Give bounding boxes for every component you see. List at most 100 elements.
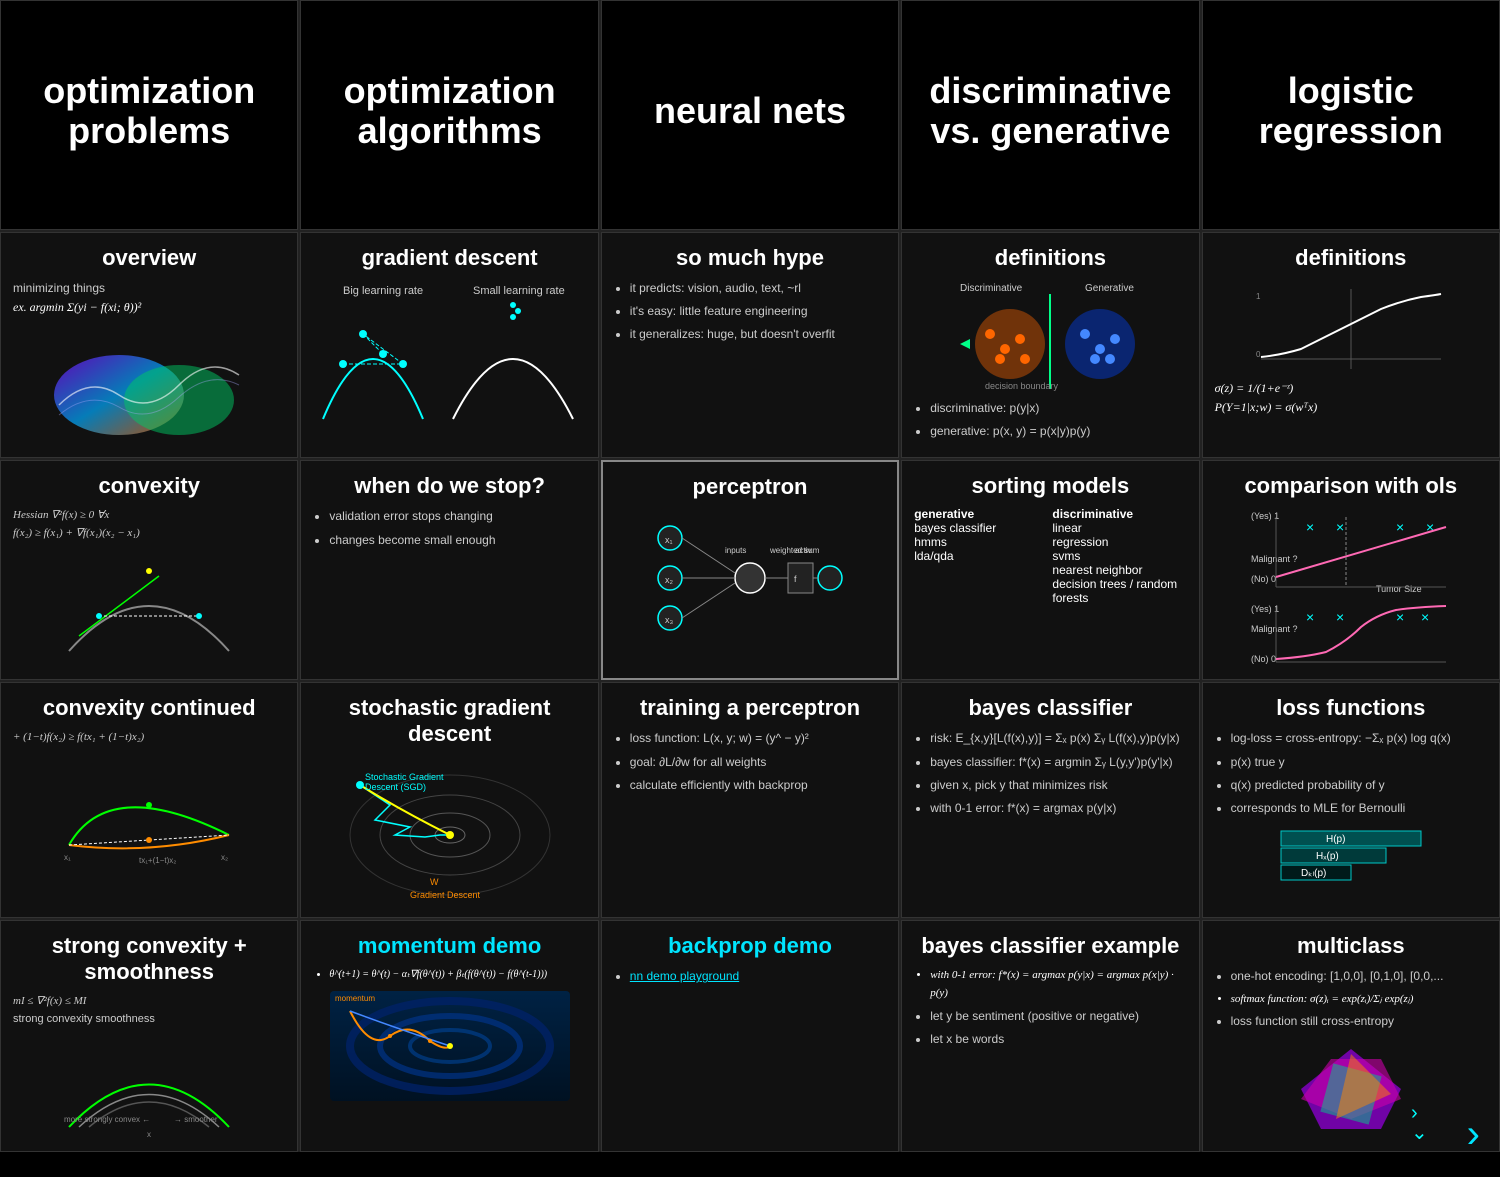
gen-item-1: bayes classifier — [914, 521, 1048, 535]
cell-gradient-descent[interactable]: gradient descent Big learning rate Small… — [300, 232, 598, 458]
sc-formula-2: strong convexity smoothness — [13, 1011, 285, 1029]
disc-item-3: svms — [1052, 549, 1186, 563]
cell-training-perceptron[interactable]: training a perceptron loss function: L(x… — [601, 682, 899, 918]
convexity2-svg: x₁ tx₁+(1−t)x₂ x₂ — [59, 755, 239, 865]
convexity-graph — [13, 551, 285, 661]
sigmoid-formula-2: P(Y=1|x;w) = σ(wᵀx) — [1215, 398, 1487, 417]
bayes-ex-bullet-2: let y be sentiment (positive or negative… — [930, 1007, 1186, 1026]
svg-text:Gradient Descent: Gradient Descent — [410, 890, 481, 900]
convexity-cont-formula-text: + (1−t)f(x₂) ≥ f(tx₁ + (1−t)x₂) — [13, 729, 285, 747]
multiclass-svg: › ⌄ — [1271, 1039, 1431, 1139]
when-stop-bullet-2: changes become small enough — [329, 531, 585, 550]
comparison-svg: (Yes) 1 Malignant ? (No) 0 Tumor Size × … — [1246, 507, 1456, 667]
nn-demo-link[interactable]: nn demo playground — [630, 969, 739, 983]
svg-text:W: W — [430, 877, 439, 887]
cell-when-stop[interactable]: when do we stop? validation error stops … — [300, 460, 598, 680]
cell-perceptron[interactable]: perceptron x₁ x₂ — [601, 460, 899, 680]
gen-item-3: lda/qda — [914, 549, 1048, 563]
cell-log-reg[interactable]: logistic regression — [1202, 0, 1500, 230]
cell-comparison-ols[interactable]: comparison with ols (Yes) 1 Malignant ? … — [1202, 460, 1500, 680]
overview-svg — [49, 325, 249, 435]
bayes-bullet-1: risk: E_{x,y}[L(f(x),y)] = Σₓ p(x) Σᵧ L(… — [930, 729, 1186, 748]
title-gradient-descent: gradient descent — [313, 245, 585, 271]
hype-bullet-2: it's easy: little feature engineering — [630, 302, 886, 321]
svg-text:x₂: x₂ — [665, 575, 674, 585]
convexity-cont-formula: + (1−t)f(x₂) ≥ f(tx₁ + (1−t)x₂) — [13, 729, 285, 747]
svg-text:×: × — [1421, 609, 1429, 625]
cell-opt-algorithms[interactable]: optimization algorithms — [300, 0, 598, 230]
disc-gen-diagram: Discriminative Generative decision bound — [914, 279, 1186, 399]
loss-diagram: H(p) Hₓ(p) Dₖₗ(p) — [1215, 826, 1487, 886]
momentum-formula: θ^(t+1) = θ^(t) − αₜ∇f(θ^(t)) + βₜ(f(θ^(… — [329, 967, 585, 983]
svg-text:x: x — [147, 1130, 151, 1137]
title-when-stop: when do we stop? — [313, 473, 585, 499]
cell-bayes-example[interactable]: bayes classifier example with 0-1 error:… — [901, 920, 1199, 1152]
disc-item-4: nearest neighbor — [1052, 563, 1186, 577]
svg-text:momentum: momentum — [335, 994, 375, 1003]
title-so-much-hype: so much hype — [614, 245, 886, 271]
cell-definitions-1[interactable]: definitions Discriminative Generative — [901, 232, 1199, 458]
discriminative-header: discriminative — [1052, 507, 1186, 521]
title-stochastic-gd: stochastic gradient descent — [313, 695, 585, 747]
title-log-reg: logistic regression — [1215, 71, 1487, 150]
convexity3-svg: more strongly convex ← → smoother x — [59, 1037, 239, 1137]
cell-neural-nets[interactable]: neural nets — [601, 0, 899, 230]
tp-bullet-2: goal: ∂L/∂w for all weights — [630, 753, 886, 772]
cell-so-much-hype[interactable]: so much hype it predicts: vision, audio,… — [601, 232, 899, 458]
svg-text:×: × — [1336, 609, 1344, 625]
sigmoid-formulas: σ(z) = 1/(1+e⁻ᶻ) P(Y=1|x;w) = σ(wᵀx) — [1215, 379, 1487, 417]
bayes-bullet-3: given x, pick y that minimizes risk — [930, 776, 1186, 795]
svg-text:Malignant ?: Malignant ? — [1251, 554, 1298, 564]
svg-text:activ.: activ. — [795, 546, 813, 555]
bayes-ex-bullet-3: let x be words — [930, 1030, 1186, 1049]
backprop-link-item: nn demo playground — [630, 967, 886, 986]
disc-gen-bullets: discriminative: p(y|x) generative: p(x, … — [914, 399, 1186, 441]
svg-text:(No) 0: (No) 0 — [1251, 574, 1276, 584]
svg-text:×: × — [1336, 519, 1344, 535]
title-disc-gen: discriminative vs. generative — [914, 71, 1186, 150]
multiclass-body: one-hot encoding: [1,0,0], [0,1,0], [0,0… — [1215, 967, 1487, 1031]
comparison-graph: (Yes) 1 Malignant ? (No) 0 Tumor Size × … — [1215, 507, 1487, 667]
svg-text:(Yes) 1: (Yes) 1 — [1251, 511, 1279, 521]
title-convexity-cont: convexity continued — [13, 695, 285, 721]
momentum-svg: momentum — [330, 991, 570, 1101]
title-loss-functions: loss functions — [1215, 695, 1487, 721]
multiclass-bullet-2: softmax function: σ(z)ᵢ = exp(zᵢ)/Σⱼ exp… — [1231, 991, 1487, 1009]
disc-item-2: regression — [1052, 535, 1186, 549]
cell-backprop-demo[interactable]: backprop demo nn demo playground — [601, 920, 899, 1152]
cell-opt-problems[interactable]: optimization problems — [0, 0, 298, 230]
cell-sorting-models[interactable]: sorting models generative bayes classifi… — [901, 460, 1199, 680]
when-stop-bullet-1: validation error stops changing — [329, 507, 585, 526]
overview-subtitle: minimizing things — [13, 279, 285, 298]
svg-text:→ smoother: → smoother — [174, 1115, 218, 1124]
training-perceptron-body: loss function: L(x, y; w) = (y^ − y)² go… — [614, 729, 886, 795]
momentum-body: θ^(t+1) = θ^(t) − αₜ∇f(θ^(t)) + βₜ(f(θ^(… — [313, 967, 585, 983]
cell-disc-gen[interactable]: discriminative vs. generative — [901, 0, 1199, 230]
cell-definitions-2[interactable]: definitions 0 1 σ(z) = 1/(1+e⁻ᶻ) P(Y=1|x… — [1202, 232, 1500, 458]
cell-overview[interactable]: overview minimizing things ex. argmin Σ(… — [0, 232, 298, 458]
generative-header: generative — [914, 507, 1048, 521]
convexity-formulas: Hessian ∇²f(x) ≥ 0 ∀x f(x₂) ≥ f(x₁) + ∇f… — [13, 507, 285, 542]
title-momentum-demo: momentum demo — [313, 933, 585, 959]
sigmoid-graph: 0 1 — [1215, 279, 1487, 379]
title-overview: overview — [13, 245, 285, 271]
disc-item-5: decision trees / random forests — [1052, 577, 1186, 605]
bayes-bullet-4: with 0-1 error: f*(x) = argmax p(y|x) — [930, 799, 1186, 818]
svg-text:Descent (SGD): Descent (SGD) — [365, 782, 426, 792]
svg-text:×: × — [1306, 519, 1314, 535]
cell-strong-convexity[interactable]: strong convexity + smoothness mI ≤ ∇²f(x… — [0, 920, 298, 1152]
cell-convexity-cont[interactable]: convexity continued + (1−t)f(x₂) ≥ f(tx₁… — [0, 682, 298, 918]
cell-loss-functions[interactable]: loss functions log-loss = cross-entropy:… — [1202, 682, 1500, 918]
cell-bayes-classifier[interactable]: bayes classifier risk: E_{x,y}[L(f(x),y)… — [901, 682, 1199, 918]
cell-multiclass[interactable]: multiclass one-hot encoding: [1,0,0], [0… — [1202, 920, 1500, 1152]
cell-momentum-demo[interactable]: momentum demo θ^(t+1) = θ^(t) − αₜ∇f(θ^(… — [300, 920, 598, 1152]
title-bayes-classifier: bayes classifier — [914, 695, 1186, 721]
title-comparison-ols: comparison with ols — [1215, 473, 1487, 499]
tp-bullet-1: loss function: L(x, y; w) = (y^ − y)² — [630, 729, 886, 748]
overview-body: minimizing things ex. argmin Σ(yi − f(xi… — [13, 279, 285, 317]
cell-stochastic-gd[interactable]: stochastic gradient descent Stochastic G… — [300, 682, 598, 918]
generative-label: Generative — [1085, 283, 1134, 294]
next-arrow[interactable]: › — [1467, 1112, 1480, 1157]
cell-convexity[interactable]: convexity Hessian ∇²f(x) ≥ 0 ∀x f(x₂) ≥ … — [0, 460, 298, 680]
convexity-svg — [59, 551, 239, 661]
